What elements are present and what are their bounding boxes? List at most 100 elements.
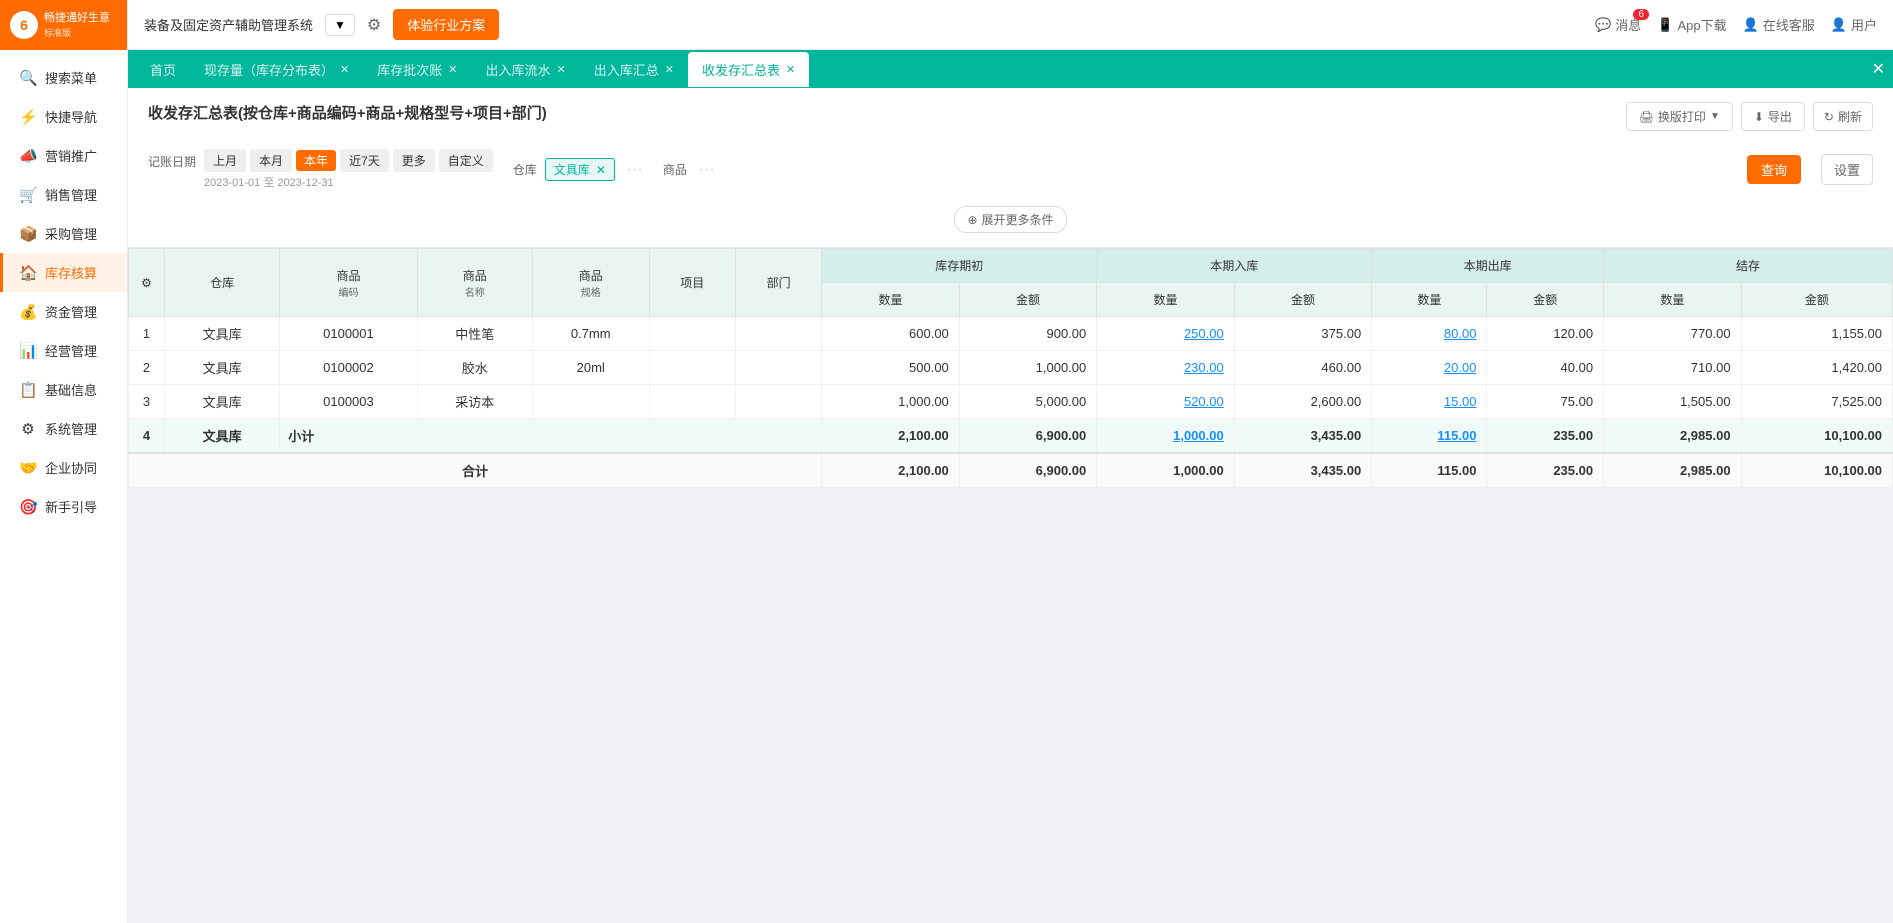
- close-all-tabs-button[interactable]: ✕: [1872, 59, 1885, 79]
- tab-receive-send[interactable]: 收发存汇总表 ✕: [688, 52, 809, 87]
- row-in-qty[interactable]: 230.00: [1097, 351, 1234, 385]
- tab-inout-flow[interactable]: 出入库流水 ✕: [471, 52, 579, 87]
- tab-batch[interactable]: 库存批次账 ✕: [363, 52, 471, 87]
- sidebar-item-label: 经营管理: [45, 341, 97, 360]
- refresh-icon: ↻: [1824, 110, 1834, 124]
- tab-label: 库存批次账: [377, 60, 442, 79]
- sidebar-item-marketing[interactable]: 📣 营销推广: [0, 136, 127, 175]
- online-service-button[interactable]: 👤 在线客服: [1743, 15, 1815, 34]
- sidebar-item-label: 快捷导航: [45, 107, 97, 126]
- subtotal-out-qty[interactable]: 115.00: [1372, 419, 1487, 454]
- download-icon: 📱: [1657, 17, 1673, 33]
- init-qty-header: 数量: [822, 283, 959, 317]
- export-button[interactable]: ⬇ 导出: [1741, 102, 1805, 131]
- tab-label: 出入库流水: [485, 60, 550, 79]
- tab-close-icon[interactable]: ✕: [786, 63, 795, 76]
- goods-spec-col-header: 商品规格: [532, 249, 649, 317]
- goods-code-col-header: 商品编码: [280, 249, 418, 317]
- department-col-header: 部门: [735, 249, 821, 317]
- column-settings-icon[interactable]: ⚙: [141, 276, 152, 290]
- warehouse-more-icon[interactable]: ···: [627, 161, 643, 179]
- message-icon: 💬: [1595, 17, 1611, 33]
- purchase-icon: 📦: [19, 225, 37, 243]
- more-dates-btn[interactable]: 更多: [393, 149, 435, 172]
- row-dept: [735, 351, 821, 385]
- last-month-btn[interactable]: 上月: [204, 149, 246, 172]
- row-in-amt: 460.00: [1234, 351, 1371, 385]
- sidebar-item-purchase[interactable]: 📦 采购管理: [0, 214, 127, 253]
- sidebar-item-inventory[interactable]: 🏠 库存核算: [0, 253, 127, 292]
- tab-home[interactable]: 首页: [136, 52, 190, 87]
- sidebar-item-operation[interactable]: 📊 经营管理: [0, 331, 127, 370]
- warehouse-tag-close[interactable]: ✕: [596, 163, 606, 177]
- tab-inout-summary[interactable]: 出入库汇总 ✕: [580, 52, 688, 87]
- in-stock-header: 本期入库: [1097, 249, 1372, 283]
- tab-close-icon[interactable]: ✕: [448, 63, 457, 76]
- content-area: 收发存汇总表(按仓库+商品编码+商品+规格型号+项目+部门) 🖨 换版打印 ▼ …: [128, 88, 1893, 923]
- row-end-qty: 1,505.00: [1604, 385, 1741, 419]
- settings-col-header[interactable]: ⚙: [129, 249, 165, 317]
- sidebar-item-system[interactable]: ⚙ 系统管理: [0, 409, 127, 448]
- sidebar-item-search[interactable]: 🔍 搜索菜单: [0, 58, 127, 97]
- tab-close-icon[interactable]: ✕: [340, 63, 349, 76]
- search-button[interactable]: 查询: [1747, 155, 1801, 184]
- out-amt-header: 金额: [1487, 283, 1604, 317]
- subtotal-in-amt: 3,435.00: [1234, 419, 1371, 454]
- total-row: 合计 2,100.00 6,900.00 1,000.00 3,435.00 1…: [129, 453, 1893, 488]
- app-logo-icon: 6: [10, 11, 38, 39]
- trial-button[interactable]: 体验行业方案: [393, 9, 499, 40]
- tab-close-icon[interactable]: ✕: [557, 63, 566, 76]
- total-label: 合计: [129, 453, 822, 488]
- row-spec: 20ml: [532, 351, 649, 385]
- user-menu[interactable]: 👤 用户: [1831, 15, 1877, 34]
- row-out-amt: 120.00: [1487, 317, 1604, 351]
- basic-icon: 📋: [19, 381, 37, 399]
- row-out-qty[interactable]: 15.00: [1372, 385, 1487, 419]
- sidebar: 6 畅捷通好生意 标准版 🔍 搜索菜单 ⚡ 快捷导航 📣 营销推广 🛒 销售管理…: [0, 0, 128, 923]
- this-month-btn[interactable]: 本月: [250, 149, 292, 172]
- operation-icon: 📊: [19, 342, 37, 360]
- page-wrapper: 收发存汇总表(按仓库+商品编码+商品+规格型号+项目+部门) 🖨 换版打印 ▼ …: [128, 88, 1893, 488]
- data-table: ⚙ 仓库 商品编码 商品名称 商品规格 项目 部门 库存期初 本期入库 本期出库…: [128, 248, 1893, 488]
- goods-more-icon[interactable]: ···: [699, 161, 715, 179]
- row-seq: 1: [129, 317, 165, 351]
- warehouse-tag-value: 文具库: [554, 161, 590, 178]
- expand-filter-button[interactable]: ⊕ 展开更多条件: [954, 206, 1066, 233]
- sidebar-item-sales[interactable]: 🛒 销售管理: [0, 175, 127, 214]
- tab-close-icon[interactable]: ✕: [665, 63, 674, 76]
- sidebar-item-label: 库存核算: [45, 263, 97, 282]
- quicknav-icon: ⚡: [19, 108, 37, 126]
- row-out-qty[interactable]: 20.00: [1372, 351, 1487, 385]
- settings-button[interactable]: 设置: [1821, 154, 1873, 185]
- page-title: 收发存汇总表(按仓库+商品编码+商品+规格型号+项目+部门): [148, 102, 547, 123]
- warehouse-filter: 仓库 文具库 ✕ ···: [513, 158, 643, 181]
- subtotal-out-amt: 235.00: [1487, 419, 1604, 454]
- sidebar-item-guide[interactable]: 🎯 新手引导: [0, 487, 127, 526]
- row-name: 胶水: [417, 351, 532, 385]
- last-7-days-btn[interactable]: 近7天: [340, 149, 389, 172]
- tab-label: 出入库汇总: [594, 60, 659, 79]
- app-download-button[interactable]: 📱 App下载: [1657, 15, 1726, 34]
- system-dropdown[interactable]: ▼: [325, 14, 355, 36]
- gear-icon[interactable]: ⚙: [367, 15, 381, 35]
- subtotal-label: 小计: [280, 419, 822, 454]
- this-year-btn[interactable]: 本年: [296, 150, 336, 171]
- finance-icon: 💰: [19, 303, 37, 321]
- sidebar-item-enterprise[interactable]: 🤝 企业协同: [0, 448, 127, 487]
- total-init-qty: 2,100.00: [822, 453, 959, 488]
- refresh-button[interactable]: ↻ 刷新: [1813, 102, 1873, 131]
- message-button[interactable]: 💬 消息 6: [1595, 15, 1641, 34]
- print-button[interactable]: 🖨 换版打印 ▼: [1626, 102, 1733, 131]
- row-in-qty[interactable]: 520.00: [1097, 385, 1234, 419]
- sidebar-item-finance[interactable]: 💰 资金管理: [0, 292, 127, 331]
- subtotal-in-qty[interactable]: 1,000.00: [1097, 419, 1234, 454]
- tab-inventory-dist[interactable]: 现存量（库存分布表） ✕: [190, 52, 363, 87]
- sidebar-item-quicknav[interactable]: ⚡ 快捷导航: [0, 97, 127, 136]
- row-in-qty[interactable]: 250.00: [1097, 317, 1234, 351]
- custom-date-btn[interactable]: 自定义: [439, 149, 493, 172]
- row-out-qty[interactable]: 80.00: [1372, 317, 1487, 351]
- sidebar-item-basic[interactable]: 📋 基础信息: [0, 370, 127, 409]
- goods-filter: 商品 ···: [663, 161, 715, 179]
- sidebar-logo: 6 畅捷通好生意 标准版: [0, 0, 127, 50]
- sidebar-item-label: 基础信息: [45, 380, 97, 399]
